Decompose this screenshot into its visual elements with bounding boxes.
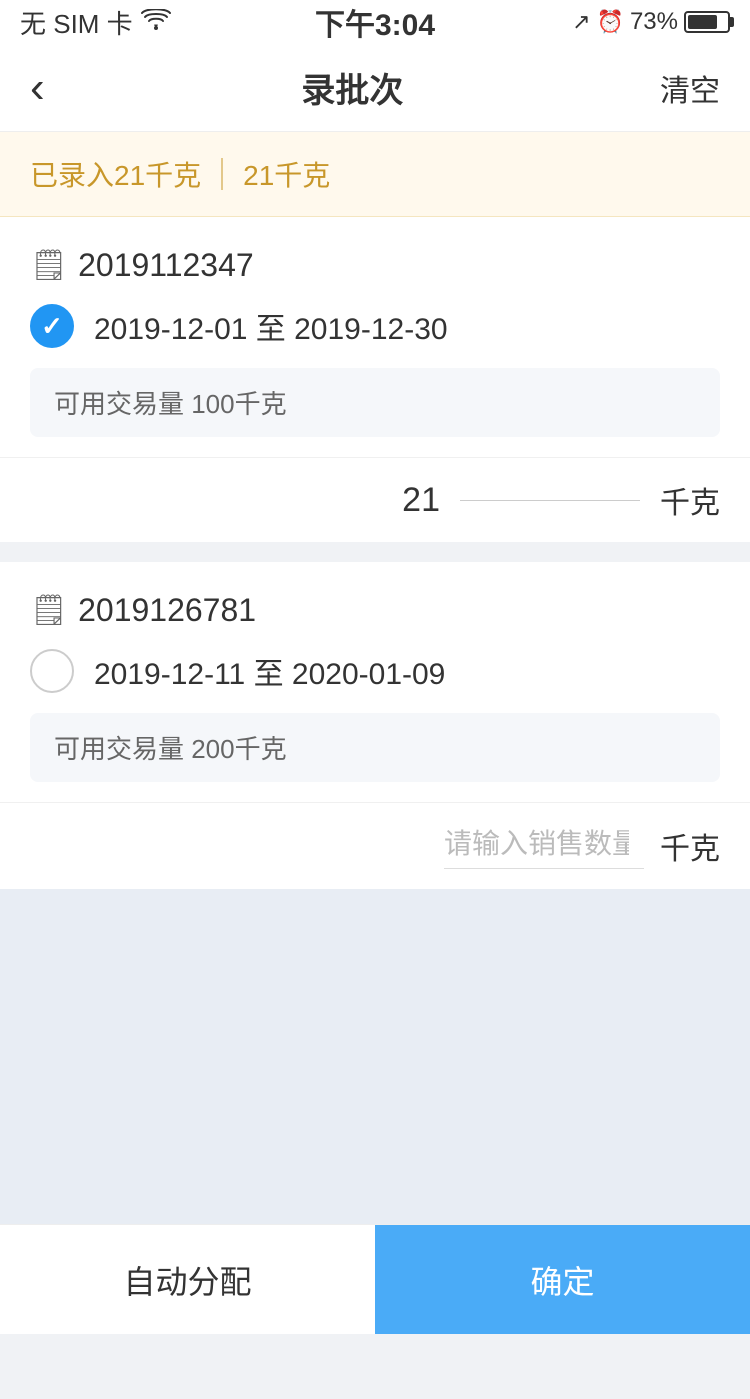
quantity-row-1: 21 千克 xyxy=(0,457,750,542)
radio-2[interactable] xyxy=(30,649,74,693)
page-title: 录批次 xyxy=(301,63,403,112)
confirm-button[interactable]: 确定 xyxy=(375,1225,750,1334)
wifi-icon xyxy=(141,7,171,38)
batch-date-row-2[interactable]: 2019-12-11 至 2020-01-09 xyxy=(0,639,750,703)
alarm-icon: ⏰ xyxy=(597,9,624,35)
batch-header-1: 🗒 2019112347 xyxy=(0,217,750,294)
unit-display-1: 千克 xyxy=(660,478,720,522)
quantity-val-display: 21 xyxy=(402,481,440,520)
batch-available-1: 可用交易量 100千克 xyxy=(30,368,720,437)
clear-button[interactable]: 清空 xyxy=(660,66,720,110)
quantity-wrapper-2: 千克 xyxy=(30,823,720,869)
radio-1[interactable] xyxy=(30,304,74,348)
main-content: 🗒 2019112347 2019-12-01 至 2019-12-30 可用交… xyxy=(0,217,750,1399)
status-time: 下午3:04 xyxy=(315,0,435,44)
auto-distribute-button[interactable]: 自动分配 xyxy=(0,1225,375,1334)
status-bar: 无 SIM 卡 下午3:04 ↗ ⏰ 73% xyxy=(0,0,750,44)
batch-date-row-1[interactable]: 2019-12-01 至 2019-12-30 xyxy=(0,294,750,358)
section-gap-1 xyxy=(0,542,750,562)
batch-icon-2: 🗒 xyxy=(30,593,68,628)
quantity-unit-2: 千克 xyxy=(660,824,720,868)
quantity-row-2: 千克 xyxy=(0,802,750,889)
summary-label: 已录入21千克 xyxy=(30,154,201,194)
batch-header-2: 🗒 2019126781 xyxy=(0,562,750,639)
quantity-input-2[interactable] xyxy=(444,823,644,869)
carrier-text: 无 SIM 卡 xyxy=(20,4,133,41)
battery-percentage: 73% xyxy=(630,8,678,36)
back-button[interactable]: ‹ xyxy=(30,63,45,113)
batch-available-2: 可用交易量 200千克 xyxy=(30,713,720,782)
batch-id-2: 2019126781 xyxy=(78,592,256,629)
batch-date-1: 2019-12-01 至 2019-12-30 xyxy=(94,304,448,348)
location-icon: ↗ xyxy=(572,9,590,35)
status-left: 无 SIM 卡 xyxy=(20,4,171,41)
batch-icon-1: 🗒 xyxy=(30,248,68,283)
batch-date-2: 2019-12-11 至 2020-01-09 xyxy=(94,649,445,693)
summary-divider xyxy=(221,158,223,190)
summary-bar: 已录入21千克 21千克 xyxy=(0,132,750,217)
bottom-bar: 自动分配 确定 xyxy=(0,1224,750,1334)
batch-id-1: 2019112347 xyxy=(78,247,254,284)
nav-bar: ‹ 录批次 清空 xyxy=(0,44,750,132)
batch-item-1: 🗒 2019112347 2019-12-01 至 2019-12-30 可用交… xyxy=(0,217,750,542)
battery-icon xyxy=(684,11,730,33)
summary-value: 21千克 xyxy=(243,154,330,194)
batch-item-2: 🗒 2019126781 2019-12-11 至 2020-01-09 可用交… xyxy=(0,562,750,889)
status-right: ↗ ⏰ 73% xyxy=(572,8,730,36)
